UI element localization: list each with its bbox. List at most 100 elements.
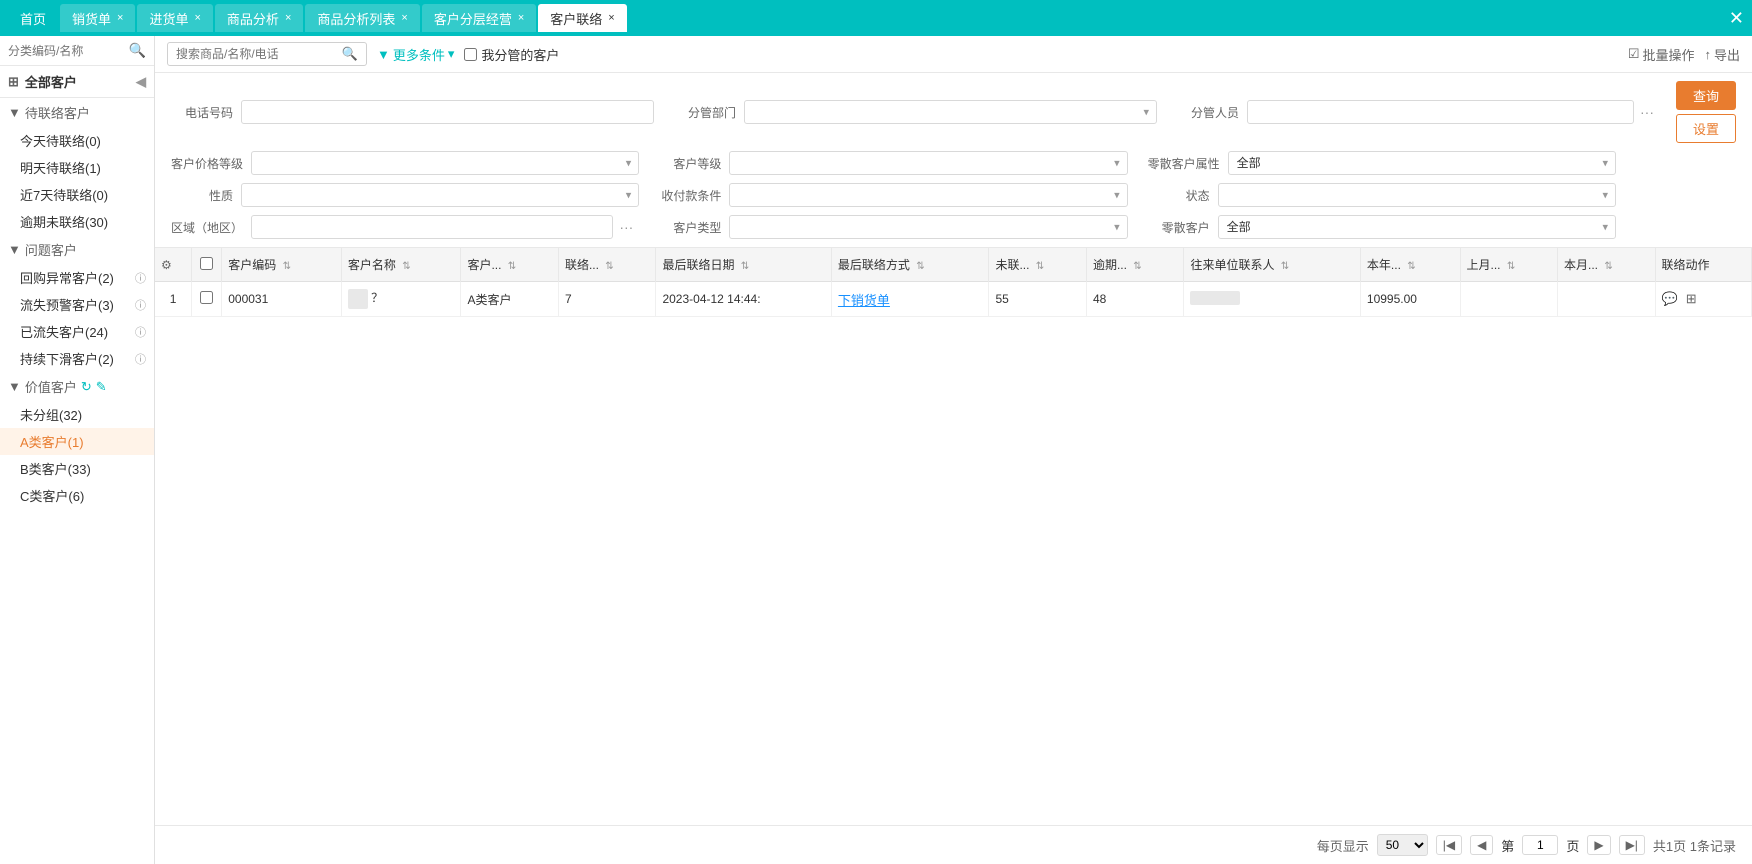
td-this-month	[1558, 282, 1656, 317]
chat-icon[interactable]: 💬	[1662, 291, 1678, 307]
action-icons: 💬 ⊞	[1662, 291, 1746, 307]
sidebar-item-repurchase-abnormal[interactable]: 回购异常客户(2) ⓘ	[0, 264, 154, 291]
th-last-contact-method[interactable]: 最后联络方式 ⇅	[831, 248, 989, 282]
filter-row-4: 区域（地区） ··· 客户类型 零散客户 全部	[171, 215, 1736, 239]
my-customer-checkbox[interactable]	[464, 48, 477, 61]
top-nav: 首页 销货单 × 进货单 × 商品分析 × 商品分析列表 × 客户分层经营 × …	[0, 0, 1752, 36]
setting-btn[interactable]: 设置	[1676, 114, 1736, 143]
tab-customer-contact[interactable]: 客户联络 ×	[538, 4, 626, 32]
sidebar-item-ungrouped[interactable]: 未分组(32)	[0, 401, 154, 428]
last-page-btn[interactable]: ▶|	[1619, 835, 1645, 855]
sidebar-item-declining[interactable]: 持续下滑客户(2) ⓘ	[0, 345, 154, 372]
th-contact-count[interactable]: 联络... ⇅	[558, 248, 656, 282]
info-icon-2: ⓘ	[135, 324, 146, 340]
funnel-icon: ▼	[377, 47, 390, 62]
sidebar-item-class-b[interactable]: B类客户(33)	[0, 455, 154, 482]
close-goods-list-tab[interactable]: ×	[401, 12, 407, 24]
batch-op-btn[interactable]: ☑ 批量操作	[1628, 45, 1695, 64]
filter-retail-attr-select[interactable]: 全部	[1228, 151, 1616, 175]
filter-retail-customer-select[interactable]: 全部	[1218, 215, 1616, 239]
sidebar-item-class-c[interactable]: C类客户(6)	[0, 482, 154, 509]
th-customer-name[interactable]: 客户名称 ⇅	[341, 248, 461, 282]
th-customer-type[interactable]: 客户... ⇅	[461, 248, 559, 282]
tab-home[interactable]: 首页	[8, 4, 58, 32]
prev-page-btn[interactable]: ◀	[1470, 835, 1493, 855]
close-customer-contact-tab[interactable]: ×	[608, 12, 614, 24]
td-company-contact	[1184, 282, 1360, 317]
my-customer-checkbox-wrap[interactable]: 我分管的客户	[464, 45, 559, 64]
sidebar-item-today[interactable]: 今天待联络(0)	[0, 127, 154, 154]
th-this-month[interactable]: 本月... ⇅	[1558, 248, 1656, 282]
filter-area-input[interactable]	[251, 215, 613, 239]
filter-nature-select[interactable]	[241, 183, 639, 207]
th-select-all-checkbox[interactable]	[200, 257, 213, 270]
tab-sales[interactable]: 销货单 ×	[60, 4, 135, 32]
filter-status-wrap	[1218, 183, 1616, 207]
tab-goods-list[interactable]: 商品分析列表 ×	[305, 4, 419, 32]
filter-customer-type-select[interactable]	[729, 215, 1127, 239]
th-this-year[interactable]: 本年... ⇅	[1360, 248, 1460, 282]
th-last-contact-date[interactable]: 最后联络日期 ⇅	[656, 248, 831, 282]
row-checkbox[interactable]	[200, 291, 213, 304]
value-customers-section[interactable]: ▼ 价值客户 ↻ ✎	[0, 372, 154, 401]
search-bar-icon[interactable]: 🔍	[342, 46, 358, 62]
tab-customer-segment[interactable]: 客户分层经营 ×	[422, 4, 536, 32]
sidebar-search-icon[interactable]: 🔍	[129, 42, 146, 59]
filter-customer-level-select[interactable]	[729, 151, 1127, 175]
th-customer-code[interactable]: 客户编码 ⇅	[222, 248, 342, 282]
first-page-btn[interactable]: |◀	[1436, 835, 1462, 855]
page-input[interactable]	[1522, 835, 1558, 855]
close-customer-segment-tab[interactable]: ×	[518, 12, 524, 24]
sidebar-item-churn-warning[interactable]: 流失预警客户(3) ⓘ	[0, 291, 154, 318]
per-page-select[interactable]: 50 10 20 100	[1377, 834, 1428, 856]
sidebar-search-wrap: 🔍	[0, 36, 154, 66]
grid-icon: ⊞	[8, 74, 19, 90]
th-settings[interactable]: ⚙	[155, 248, 192, 282]
sort-overdue-icon: ⇅	[1133, 261, 1141, 272]
th-last-month[interactable]: 上月... ⇅	[1460, 248, 1558, 282]
refresh-icon[interactable]: ↻	[81, 379, 92, 395]
th-company-contact[interactable]: 往来单位联系人 ⇅	[1184, 248, 1360, 282]
close-purchase-tab[interactable]: ×	[194, 12, 200, 24]
search-input[interactable]	[176, 47, 342, 61]
close-goods-analysis-tab[interactable]: ×	[285, 12, 291, 24]
last-method-link[interactable]: 下销货单	[838, 293, 890, 308]
filter-phone-input[interactable]	[241, 100, 654, 124]
close-sales-tab[interactable]: ×	[117, 12, 123, 24]
sidebar-item-7days[interactable]: 近7天待联络(0)	[0, 181, 154, 208]
filter-person-input[interactable]	[1247, 100, 1634, 124]
sidebar-search-input[interactable]	[8, 44, 129, 58]
query-btn[interactable]: 查询	[1676, 81, 1736, 110]
next-page-btn[interactable]: ▶	[1587, 835, 1610, 855]
filter-retail-attr-wrap: 全部	[1228, 151, 1616, 175]
more-filter-btn[interactable]: ▼ 更多条件 ▾	[377, 45, 454, 64]
customer-table: ⚙ 客户编码 ⇅ 客户名称 ⇅ 客户... ⇅ 联络... ⇅ 最后联络日期 ⇅…	[155, 248, 1752, 317]
filter-dept-select[interactable]	[744, 100, 1157, 124]
filter-price-select[interactable]	[251, 151, 639, 175]
top-right-actions: ☑ 批量操作 ↑ 导出	[1628, 45, 1740, 64]
filter-payment-cell: 收付款条件	[659, 183, 1127, 207]
filter-customer-type-wrap	[729, 215, 1127, 239]
sidebar-collapse-btn[interactable]: ◀	[136, 74, 146, 90]
filter-area-cell: 区域（地区） ···	[171, 215, 639, 239]
qrcode-icon[interactable]: ⊞	[1686, 291, 1697, 307]
filter-status-select[interactable]	[1218, 183, 1616, 207]
close-all-tabs[interactable]: ✕	[1729, 8, 1744, 29]
tab-purchase[interactable]: 进货单 ×	[137, 4, 212, 32]
sidebar-item-overdue[interactable]: 逾期未联络(30)	[0, 208, 154, 235]
tab-goods-analysis[interactable]: 商品分析 ×	[215, 4, 303, 32]
export-btn[interactable]: ↑ 导出	[1704, 45, 1740, 64]
table-header-row: ⚙ 客户编码 ⇅ 客户名称 ⇅ 客户... ⇅ 联络... ⇅ 最后联络日期 ⇅…	[155, 248, 1752, 282]
filter-person-dots-btn[interactable]: ···	[1634, 104, 1660, 120]
edit-value-icon[interactable]: ✎	[96, 379, 107, 395]
info-icon-1: ⓘ	[135, 297, 146, 313]
th-not-contacted[interactable]: 未联... ⇅	[989, 248, 1087, 282]
pending-contact-section[interactable]: ▼ 待联络客户	[0, 98, 154, 127]
sidebar-item-class-a[interactable]: A类客户(1)	[0, 428, 154, 455]
filter-area-dots-btn[interactable]: ···	[613, 219, 639, 235]
sidebar-item-tomorrow[interactable]: 明天待联络(1)	[0, 154, 154, 181]
th-overdue[interactable]: 逾期... ⇅	[1086, 248, 1184, 282]
problem-customers-section[interactable]: ▼ 问题客户	[0, 235, 154, 264]
sidebar-item-churned[interactable]: 已流失客户(24) ⓘ	[0, 318, 154, 345]
filter-payment-select[interactable]	[729, 183, 1127, 207]
